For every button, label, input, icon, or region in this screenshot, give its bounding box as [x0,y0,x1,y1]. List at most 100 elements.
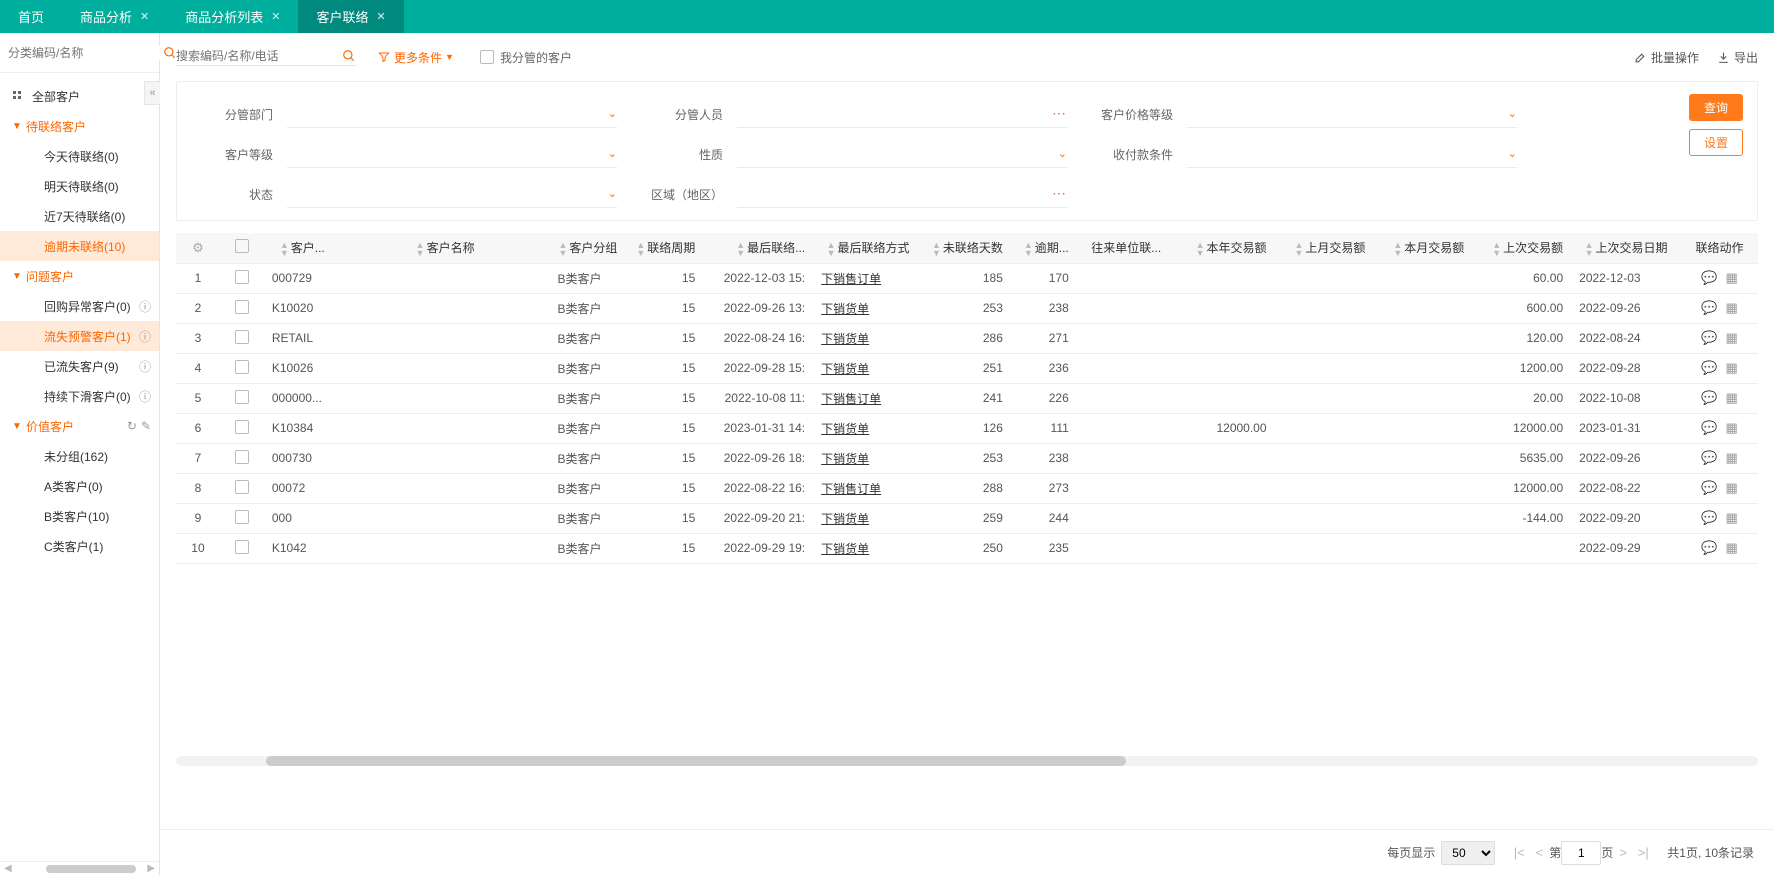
sidebar-search-input[interactable] [8,46,163,60]
page-last-button[interactable]: >| [1633,845,1653,860]
tab-product-analysis[interactable]: 商品分析✕ [62,0,167,33]
page-first-button[interactable]: |< [1509,845,1529,860]
close-icon[interactable]: ✕ [377,10,386,23]
search-icon[interactable] [163,46,177,60]
sidebar-item-7days[interactable]: 近7天待联络(0) [0,201,159,231]
col-customer-code[interactable]: ▲▼客户... [264,233,341,263]
col-last-month-amount[interactable]: ▲▼上月交易额 [1275,233,1374,263]
qrcode-icon[interactable]: ▦ [1725,450,1737,465]
col-this-month-amount[interactable]: ▲▼本月交易额 [1373,233,1472,263]
settings-button[interactable]: 设置 [1689,129,1743,156]
qrcode-icon[interactable]: ▦ [1725,420,1737,435]
help-icon[interactable]: ⓘ [139,388,151,405]
filter-region-select[interactable]: ⋯ [737,180,1067,208]
per-page-select[interactable]: 50 [1441,841,1495,865]
wechat-icon[interactable]: 💬 [1701,420,1717,435]
sidebar-item-overdue[interactable]: 逾期未联络(10) [0,231,159,261]
col-checkbox-all[interactable] [220,233,264,263]
col-contact-cycle[interactable]: ▲▼联络周期 [626,233,703,263]
wechat-icon[interactable]: 💬 [1701,510,1717,525]
last-contact-link[interactable]: 下销货单 [821,512,869,526]
table-row[interactable]: 5000000...B类客户152022-10-08 11:下销售订单24122… [176,383,1758,413]
last-contact-link[interactable]: 下销货单 [821,302,869,316]
last-contact-link[interactable]: 下销货单 [821,452,869,466]
table-row[interactable]: 2K10020B类客户152022-09-26 13:下销货单253238600… [176,293,1758,323]
close-icon[interactable]: ✕ [140,10,149,23]
sidebar-item-loss-warning[interactable]: 流失预警客户(1)ⓘ [0,321,159,351]
cell-checkbox[interactable] [220,293,264,323]
wechat-icon[interactable]: 💬 [1701,330,1717,345]
cell-checkbox[interactable] [220,323,264,353]
filter-nature-select[interactable]: ⌄ [737,140,1067,168]
last-contact-link[interactable]: 下销售订单 [821,272,881,286]
sidebar-item-today[interactable]: 今天待联络(0) [0,141,159,171]
tree-group-value-customers[interactable]: ▼ 价值客户 ↻✎ [0,411,159,441]
cell-checkbox[interactable] [220,443,264,473]
query-button[interactable]: 查询 [1689,94,1743,121]
sidebar-item-repurchase-abnormal[interactable]: 回购异常客户(0)ⓘ [0,291,159,321]
last-contact-link[interactable]: 下销货单 [821,422,869,436]
qrcode-icon[interactable]: ▦ [1725,330,1737,345]
page-number-input[interactable] [1561,841,1601,865]
qrcode-icon[interactable]: ▦ [1725,540,1737,555]
cell-checkbox[interactable] [220,263,264,293]
table-row[interactable]: 3RETAILB类客户152022-08-24 16:下销货单286271120… [176,323,1758,353]
tab-product-analysis-list[interactable]: 商品分析列表✕ [167,0,298,33]
main-search-input[interactable] [176,49,342,63]
col-year-amount[interactable]: ▲▼本年交易额 [1176,233,1275,263]
sidebar-item-already-lost[interactable]: 已流失客户(9)ⓘ [0,351,159,381]
table-row[interactable]: 4K10026B类客户152022-09-28 15:下销货单251236120… [176,353,1758,383]
col-contact-unit[interactable]: 往来单位联... [1077,233,1176,263]
col-last-trade-date[interactable]: ▲▼上次交易日期 [1571,233,1681,263]
filter-department-select[interactable]: ⌄ [287,100,617,128]
table-row[interactable]: 800072B类客户152022-08-22 16:下销售订单288273120… [176,473,1758,503]
col-customer-name[interactable]: ▲▼客户名称 [341,233,550,263]
tab-customer-contact[interactable]: 客户联络✕ [298,0,403,33]
col-last-trade-amount[interactable]: ▲▼上次交易额 [1472,233,1571,263]
cell-checkbox[interactable] [220,533,264,563]
help-icon[interactable]: ⓘ [139,298,151,315]
last-contact-link[interactable]: 下销售订单 [821,482,881,496]
wechat-icon[interactable]: 💬 [1701,480,1717,495]
col-customer-group[interactable]: ▲▼客户分组 [550,233,627,263]
cell-checkbox[interactable] [220,383,264,413]
search-icon[interactable] [342,49,356,63]
filter-status-select[interactable]: ⌄ [287,180,617,208]
filter-price-grade-select[interactable]: ⌄ [1187,100,1517,128]
help-icon[interactable]: ⓘ [139,358,151,375]
close-icon[interactable]: ✕ [271,10,280,23]
sidebar-item-declining[interactable]: 持续下滑客户(0)ⓘ [0,381,159,411]
help-icon[interactable]: ⓘ [139,328,151,345]
page-prev-button[interactable]: < [1529,845,1549,860]
filter-person-select[interactable]: ⋯ [737,100,1067,128]
qrcode-icon[interactable]: ▦ [1725,300,1737,315]
page-next-button[interactable]: > [1613,845,1633,860]
sidebar-item-a-class[interactable]: A类客户(0) [0,471,159,501]
cell-checkbox[interactable] [220,473,264,503]
table-row[interactable]: 9000B类客户152022-09-20 21:下销货单259244-144.0… [176,503,1758,533]
wechat-icon[interactable]: 💬 [1701,390,1717,405]
col-gear[interactable]: ⚙ [176,233,220,263]
col-last-contact-time[interactable]: ▲▼最后联络... [703,233,813,263]
qrcode-icon[interactable]: ▦ [1725,510,1737,525]
qrcode-icon[interactable]: ▦ [1725,360,1737,375]
table-hscrollbar[interactable] [176,754,1758,768]
table-row[interactable]: 1000729B类客户152022-12-03 15:下销售订单18517060… [176,263,1758,293]
col-last-contact-method[interactable]: ▲▼最后联络方式 [813,233,923,263]
wechat-icon[interactable]: 💬 [1701,270,1717,285]
col-contact-action[interactable]: 联络动作 [1681,233,1758,263]
last-contact-link[interactable]: 下销货单 [821,542,869,556]
qrcode-icon[interactable]: ▦ [1725,480,1737,495]
sidebar-item-b-class[interactable]: B类客户(10) [0,501,159,531]
wechat-icon[interactable]: 💬 [1701,300,1717,315]
filter-customer-grade-select[interactable]: ⌄ [287,140,617,168]
sidebar-collapse-button[interactable]: « [144,81,160,105]
tab-home[interactable]: 首页 [0,0,62,33]
my-customers-checkbox[interactable]: 我分管的客户 [480,49,572,66]
wechat-icon[interactable]: 💬 [1701,450,1717,465]
last-contact-link[interactable]: 下销售订单 [821,392,881,406]
filter-payment-terms-select[interactable]: ⌄ [1187,140,1517,168]
sidebar-item-ungrouped[interactable]: 未分组(162) [0,441,159,471]
qrcode-icon[interactable]: ▦ [1725,270,1737,285]
col-overdue[interactable]: ▲▼逾期... [1011,233,1077,263]
